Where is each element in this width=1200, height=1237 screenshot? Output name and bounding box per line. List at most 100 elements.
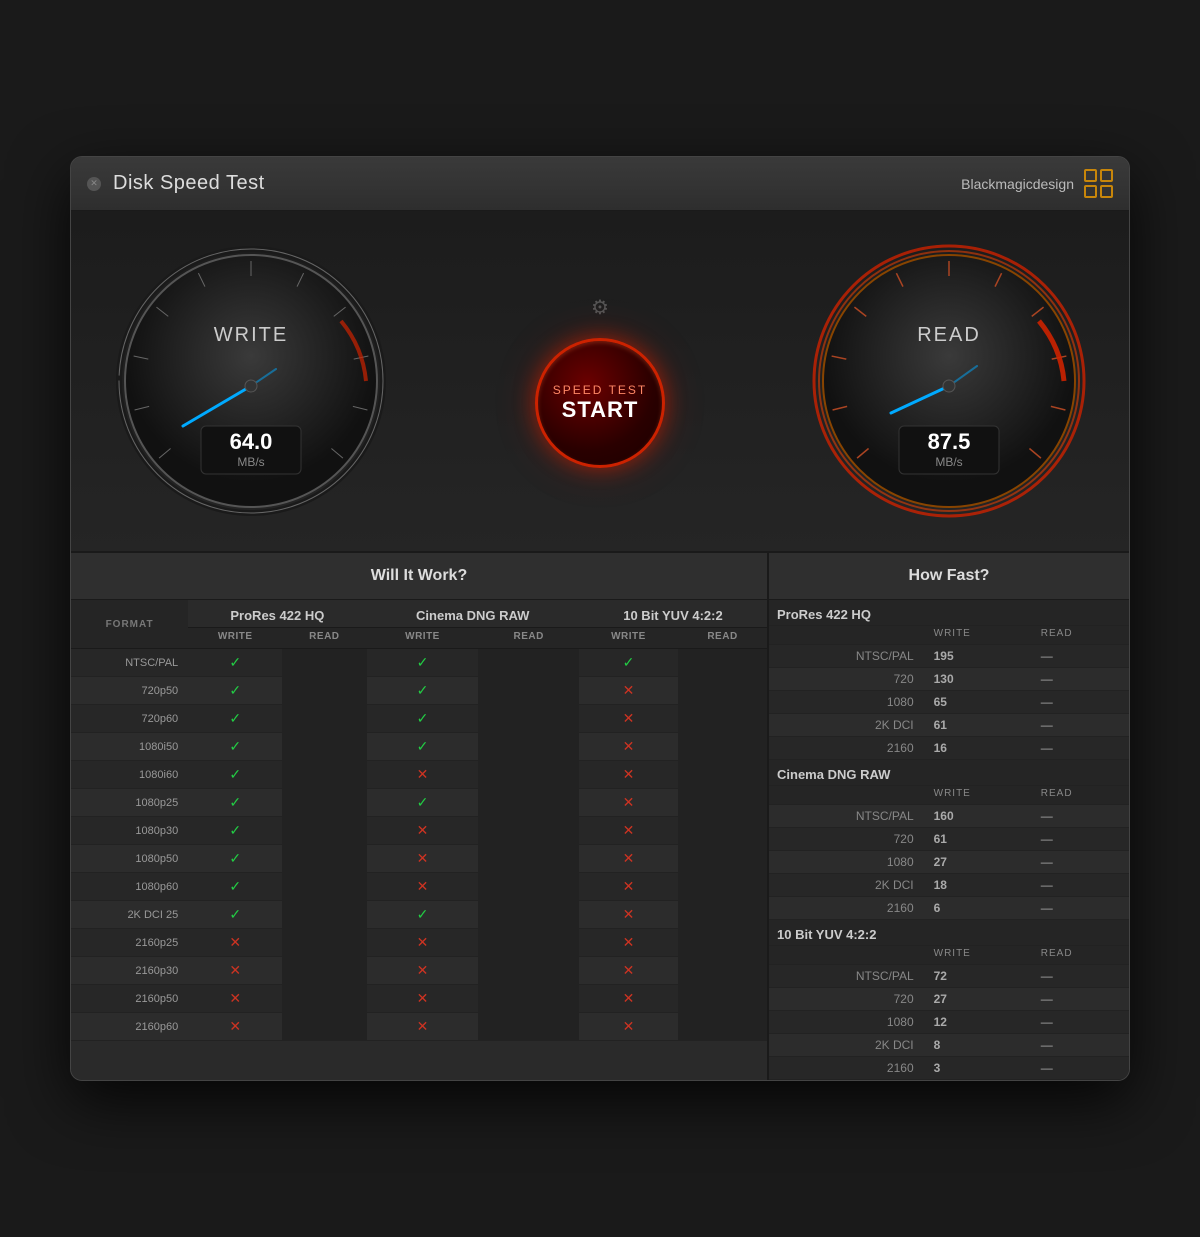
hf-format-sub [769,946,926,965]
brand-square-4 [1100,185,1113,198]
hf-format-cell: 720 [769,828,926,851]
empty-cell [478,929,578,957]
start-button-area: ⚙ SPEED TEST START [535,295,665,468]
hf-write-cell: 27 [926,851,1033,874]
cross-icon: ✕ [623,990,635,1006]
check-cell: ✓ [367,733,479,761]
cross-icon: ✕ [417,850,429,866]
hf-group-header: 10 Bit YUV 4:2:2 [769,920,1129,946]
check-cell: ✓ [188,845,282,873]
check-cell: ✓ [188,761,282,789]
hf-write-cell: 72 [926,965,1033,988]
empty-cell [478,677,578,705]
brand-square-1 [1084,169,1097,182]
cross-cell: ✕ [579,845,678,873]
empty-cell [678,985,767,1013]
hf-write-cell: 61 [926,714,1033,737]
hf-write-cell: 18 [926,874,1033,897]
cross-cell: ✕ [367,761,479,789]
brand-square-3 [1084,185,1097,198]
write-gauge-svg: 64.0 MB/s WRITE [111,241,391,521]
hf-read-cell: — [1033,851,1129,874]
cross-icon: ✕ [623,822,635,838]
cross-icon: ✕ [417,878,429,894]
hf-read-cell: — [1033,897,1129,920]
cross-icon: ✕ [417,962,429,978]
prores-header: ProRes 422 HQ [188,600,366,628]
empty-cell [478,845,578,873]
format-cell: 1080p25 [71,789,188,817]
cross-icon: ✕ [623,766,635,782]
brand-name: Blackmagicdesign [961,176,1074,192]
hf-read-cell: — [1033,828,1129,851]
cross-icon: ✕ [229,962,241,978]
hf-data-row: 720 27 — [769,988,1129,1011]
format-cell: 2160p50 [71,985,188,1013]
gear-icon[interactable]: ⚙ [591,295,609,320]
check-cell: ✓ [188,677,282,705]
cross-icon: ✕ [623,1018,635,1034]
empty-cell [282,761,366,789]
brand-area: Blackmagicdesign [961,169,1113,198]
empty-cell [282,957,366,985]
close-button[interactable]: ✕ [87,177,101,191]
format-cell: 1080i60 [71,761,188,789]
empty-cell [282,873,366,901]
hf-write-sub: WRITE [926,786,1033,805]
empty-cell [478,789,578,817]
empty-cell [678,677,767,705]
format-cell: 2160p60 [71,1013,188,1041]
table-row: 1080i50 ✓ ✓ ✕ [71,733,767,761]
empty-cell [282,817,366,845]
group-name-cell: 10 Bit YUV 4:2:2 [769,920,1129,946]
hf-format-cell: NTSC/PAL [769,805,926,828]
check-cell: ✓ [367,705,479,733]
start-button[interactable]: SPEED TEST START [535,338,665,468]
hf-write-cell: 6 [926,897,1033,920]
format-col: FORMAT [71,600,188,649]
check-cell: ✓ [188,649,282,677]
check-icon: ✓ [229,794,241,810]
empty-cell [678,957,767,985]
format-cell: 2160p25 [71,929,188,957]
hf-group-header: ProRes 422 HQ [769,600,1129,626]
check-icon: ✓ [417,710,429,726]
cross-cell: ✕ [188,985,282,1013]
empty-cell [678,649,767,677]
gauges-section: 64.0 MB/s WRITE ⚙ SPEED TEST START [71,211,1129,553]
hf-format-cell: NTSC/PAL [769,645,926,668]
empty-cell [678,929,767,957]
format-cell: 1080p50 [71,845,188,873]
cross-icon: ✕ [623,682,635,698]
hf-col-header: WRITE READ [769,626,1129,645]
svg-text:87.5: 87.5 [928,429,971,454]
group-name-cell: Cinema DNG RAW [769,760,1129,786]
cross-cell: ✕ [367,817,479,845]
app-title: Disk Speed Test [113,172,265,195]
cross-cell: ✕ [579,873,678,901]
hf-data-row: 2K DCI 8 — [769,1034,1129,1057]
svg-text:WRITE: WRITE [214,324,288,346]
hf-data-row: 2K DCI 18 — [769,874,1129,897]
hf-data-row: NTSC/PAL 72 — [769,965,1129,988]
empty-cell [478,901,578,929]
table-row: 1080p30 ✓ ✕ ✕ [71,817,767,845]
table-row: 2160p30 ✕ ✕ ✕ [71,957,767,985]
read-gauge-svg: 87.5 MB/s READ [809,241,1089,521]
hf-write-cell: 16 [926,737,1033,760]
check-cell: ✓ [188,789,282,817]
cross-icon: ✕ [623,878,635,894]
hf-read-cell: — [1033,874,1129,897]
hf-col-header: WRITE READ [769,786,1129,805]
hf-read-cell: — [1033,737,1129,760]
hf-write-cell: 65 [926,691,1033,714]
cross-cell: ✕ [579,985,678,1013]
will-it-work-table: FORMAT ProRes 422 HQ Cinema DNG RAW 10 B… [71,600,767,1041]
empty-cell [678,789,767,817]
empty-cell [282,677,366,705]
empty-cell [478,985,578,1013]
hf-data-row: 2160 16 — [769,737,1129,760]
hf-format-cell: 2K DCI [769,714,926,737]
hf-group-header: Cinema DNG RAW [769,760,1129,786]
empty-cell [282,789,366,817]
